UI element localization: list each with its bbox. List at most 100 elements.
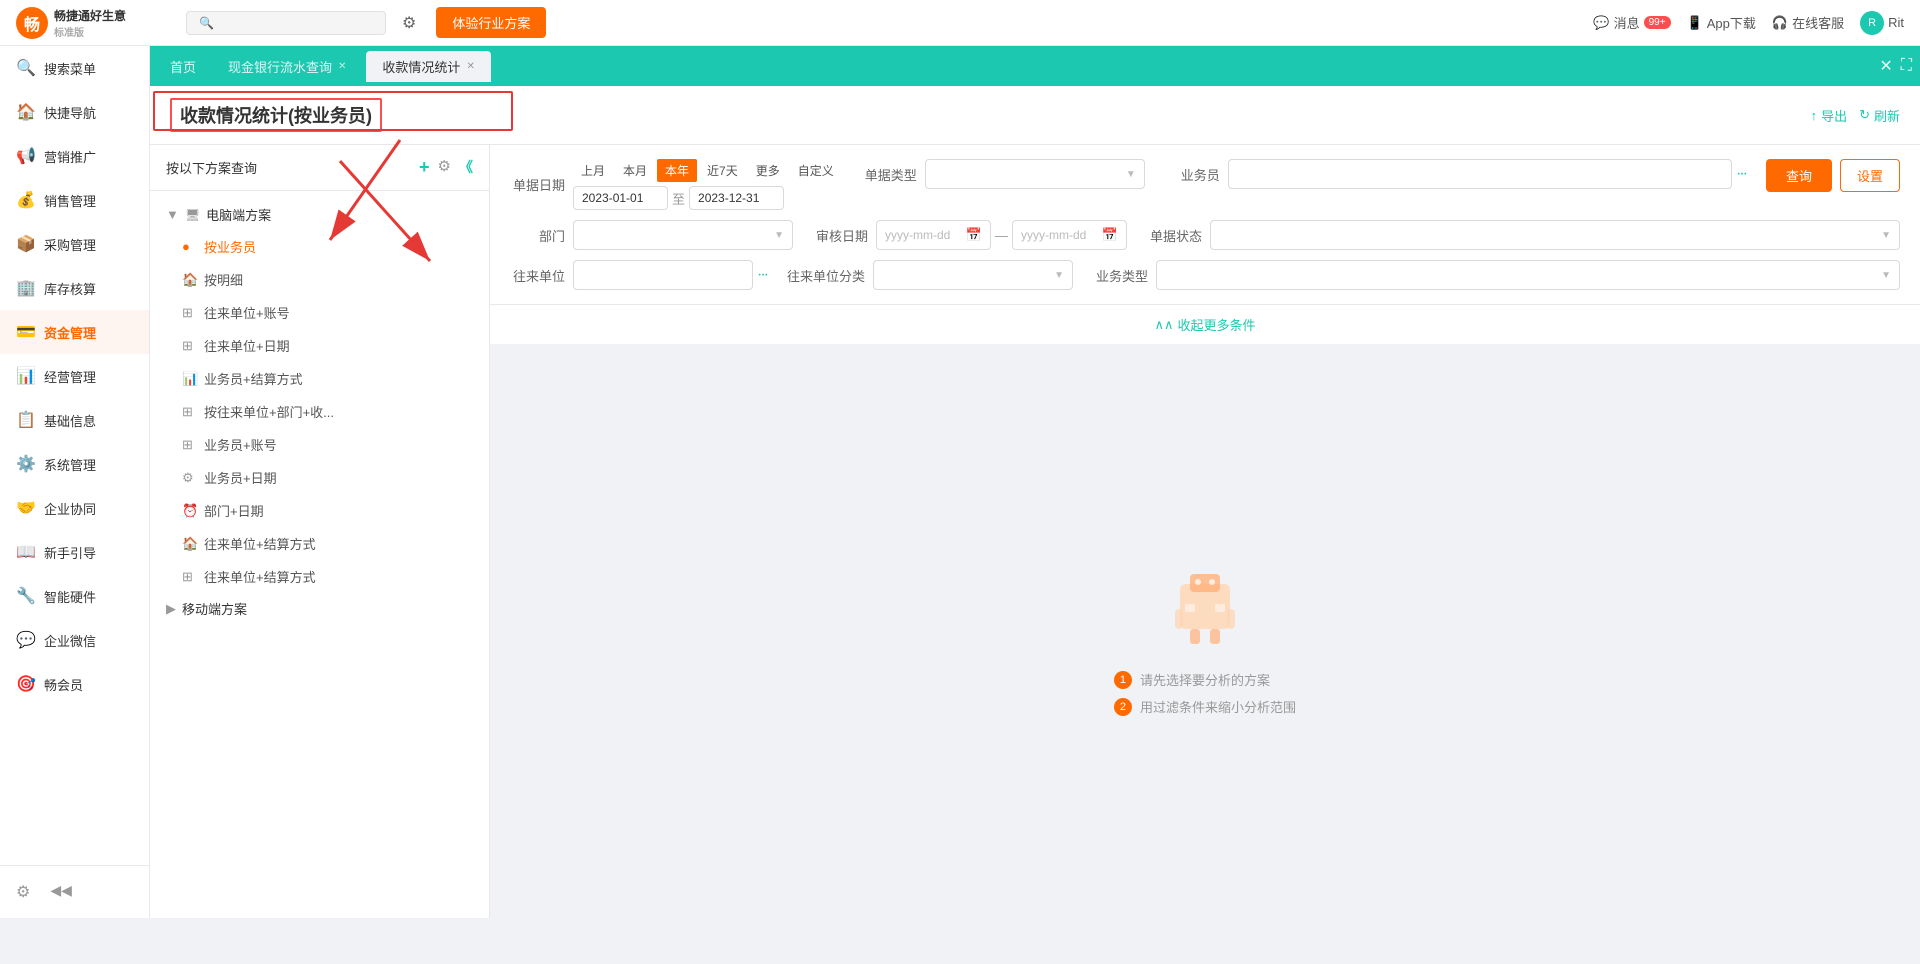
date-from-input[interactable] <box>573 186 668 210</box>
doc-status-arrow: ▼ <box>1881 230 1891 241</box>
home-icon: 🏠 <box>16 102 36 122</box>
sidebar-label-operations: 经营管理 <box>44 367 96 386</box>
top-search-box[interactable]: 🔍 <box>186 11 386 35</box>
scheme-item-salesman-settlement[interactable]: 📊 业务员+结算方式 <box>150 362 489 395</box>
sidebar-label-basic-info: 基础信息 <box>44 411 96 430</box>
date-tab-this-month[interactable]: 本月 <box>615 159 655 182</box>
counterpart-cat-select[interactable]: ▼ <box>873 260 1073 290</box>
sidebar-settings-icon[interactable]: ⚙ <box>16 882 30 902</box>
cp-settle2-label: 往来单位+结算方式 <box>204 567 316 586</box>
sidebar-item-inventory[interactable]: 🏢 库存核算 <box>0 266 149 310</box>
empty-tip-1: 1 请先选择要分析的方案 <box>1114 670 1296 689</box>
sidebar-collapse-icon[interactable]: ◀◀ <box>50 882 72 902</box>
date-tab-more[interactable]: 更多 <box>748 159 788 182</box>
scheme-item-salesman-date[interactable]: ⚙ 业务员+日期 <box>150 461 489 494</box>
tab-collection-stat-close[interactable]: ✕ <box>466 61 474 72</box>
app-download-label: App下载 <box>1707 13 1756 32</box>
sidebar-item-member[interactable]: 🎯 畅会员 <box>0 662 149 706</box>
panel-add-icon[interactable]: + <box>419 157 430 178</box>
date-tab-7days[interactable]: 近7天 <box>699 159 746 182</box>
scheme-item-by-detail[interactable]: 🏠 按明细 <box>150 263 489 296</box>
sidebar-label-search: 搜索菜单 <box>44 59 96 78</box>
export-button[interactable]: ↑ 导出 <box>1811 106 1848 125</box>
date-tab-custom[interactable]: 自定义 <box>790 159 842 182</box>
trial-button[interactable]: 体验行业方案 <box>436 7 546 38</box>
salesman-more-icon[interactable]: ··· <box>1736 165 1746 183</box>
sidebar-label-guide: 新手引导 <box>44 543 96 562</box>
business-type-select[interactable]: ▼ <box>1156 260 1900 290</box>
sidebar-item-system[interactable]: ⚙️ 系统管理 <box>0 442 149 486</box>
basic-info-icon: 📋 <box>16 410 36 430</box>
sidebar-item-guide[interactable]: 📖 新手引导 <box>0 530 149 574</box>
scheme-item-by-salesman[interactable]: ● 按业务员 <box>150 230 489 263</box>
sidebar-item-operations[interactable]: 📊 经营管理 <box>0 354 149 398</box>
date-tab-this-year[interactable]: 本年 <box>657 159 697 182</box>
doc-type-select[interactable]: ▼ <box>925 159 1145 189</box>
review-date-to[interactable]: yyyy-mm-dd 📅 <box>1012 220 1127 250</box>
sidebar-item-purchase[interactable]: 📦 采购管理 <box>0 222 149 266</box>
panel-collapse-icon[interactable]: 《 <box>459 157 473 178</box>
scheme-item-counterpart-date[interactable]: ⊞ 往来单位+日期 <box>150 329 489 362</box>
sidebar-item-marketing[interactable]: 📢 营销推广 <box>0 134 149 178</box>
scheme-item-cp-settlement2[interactable]: ⊞ 往来单位+结算方式 <box>150 560 489 593</box>
counterpart-cat-arrow: ▼ <box>1054 270 1064 281</box>
scheme-item-cp-settlement1[interactable]: 🏠 往来单位+结算方式 <box>150 527 489 560</box>
sidebar-item-smart-hw[interactable]: 🔧 智能硬件 <box>0 574 149 618</box>
service-icon: 🎧 <box>1772 15 1788 31</box>
doc-status-select[interactable]: ▼ <box>1210 220 1900 250</box>
sidebar-label-sales: 销售管理 <box>44 191 96 210</box>
calendar-icon-to[interactable]: 📅 <box>1102 227 1118 243</box>
inventory-icon: 🏢 <box>16 278 36 298</box>
collapse-bar[interactable]: ∧∧ 收起更多条件 <box>490 304 1920 344</box>
salesman-input[interactable] <box>1228 159 1732 189</box>
sidebar: 🔍 搜索菜单 🏠 快捷导航 📢 营销推广 💰 销售管理 📦 采购管理 🏢 库存核… <box>0 46 150 918</box>
date-tab-last-month[interactable]: 上月 <box>573 159 613 182</box>
cp-settle2-icon: ⊞ <box>182 569 198 585</box>
online-service-button[interactable]: 🎧 在线客服 <box>1772 13 1844 32</box>
scheme-item-counterpart-dept[interactable]: ⊞ 按往来单位+部门+收... <box>150 395 489 428</box>
cp-dept-icon: ⊞ <box>182 404 198 420</box>
scheme-item-salesman-account[interactable]: ⊞ 业务员+账号 <box>150 428 489 461</box>
mobile-group-title[interactable]: ▶ 移动端方案 <box>150 593 489 624</box>
query-button[interactable]: 查询 <box>1766 159 1832 192</box>
sidebar-label-quick-nav: 快捷导航 <box>44 103 96 122</box>
tab-home[interactable]: 首页 <box>158 51 208 82</box>
review-date-from[interactable]: yyyy-mm-dd 📅 <box>876 220 991 250</box>
sidebar-item-finance[interactable]: 💳 资金管理 <box>0 310 149 354</box>
cp-date-label: 往来单位+日期 <box>204 336 290 355</box>
sidebar-item-enterprise[interactable]: 🤝 企业协同 <box>0 486 149 530</box>
user-area[interactable]: R Rit <box>1860 11 1904 35</box>
sidebar-item-sales[interactable]: 💰 销售管理 <box>0 178 149 222</box>
sidebar-item-basic-info[interactable]: 📋 基础信息 <box>0 398 149 442</box>
tab-bank-flow-close[interactable]: ✕ <box>338 61 346 72</box>
counterpart-more-icon[interactable]: ··· <box>757 266 767 284</box>
export-icon: ↑ <box>1811 108 1818 123</box>
sidebar-item-quick-nav[interactable]: 🏠 快捷导航 <box>0 90 149 134</box>
calendar-icon-from[interactable]: 📅 <box>966 227 982 243</box>
salesman-label: 业务员 <box>1165 165 1220 184</box>
panel-settings-icon[interactable]: ⚙ <box>438 157 451 178</box>
sidebar-item-search[interactable]: 🔍 搜索菜单 <box>0 46 149 90</box>
logo-text: 畅捷通好生意 <box>54 7 126 24</box>
tab-bank-flow[interactable]: 现金银行流水查询 ✕ <box>212 51 362 82</box>
sidebar-item-wechat[interactable]: 💬 企业微信 <box>0 618 149 662</box>
desktop-group-title[interactable]: ▼ 🖥 电脑端方案 <box>150 199 489 230</box>
app-download-button[interactable]: 📱 App下载 <box>1687 13 1756 32</box>
settings-button[interactable]: 设置 <box>1840 159 1900 192</box>
refresh-button[interactable]: ↻ 刷新 <box>1859 106 1900 125</box>
tab-close-all-icon[interactable]: ✕ <box>1879 56 1892 76</box>
counterpart-input-group: ··· <box>573 260 767 290</box>
sm-account-label: 业务员+账号 <box>204 435 277 454</box>
settings-icon[interactable]: ⚙ <box>398 9 420 37</box>
dept-select[interactable]: ▼ <box>573 220 793 250</box>
scheme-item-dept-date[interactable]: ⏰ 部门+日期 <box>150 494 489 527</box>
sm-date-label: 业务员+日期 <box>204 468 277 487</box>
tab-collection-stat[interactable]: 收款情况统计 ✕ <box>366 51 490 82</box>
counterpart-input[interactable] <box>573 260 753 290</box>
tab-maximize-icon[interactable]: ⛶ <box>1901 57 1912 75</box>
page-header: 收款情况统计(按业务员) ↑ 导出 ↻ 刷新 <box>150 86 1920 145</box>
message-button[interactable]: 💬 消息 99+ <box>1593 13 1670 32</box>
scheme-item-counterpart-account[interactable]: ⊞ 往来单位+账号 <box>150 296 489 329</box>
date-to-input[interactable] <box>689 186 784 210</box>
doc-type-label: 单据类型 <box>862 165 917 184</box>
